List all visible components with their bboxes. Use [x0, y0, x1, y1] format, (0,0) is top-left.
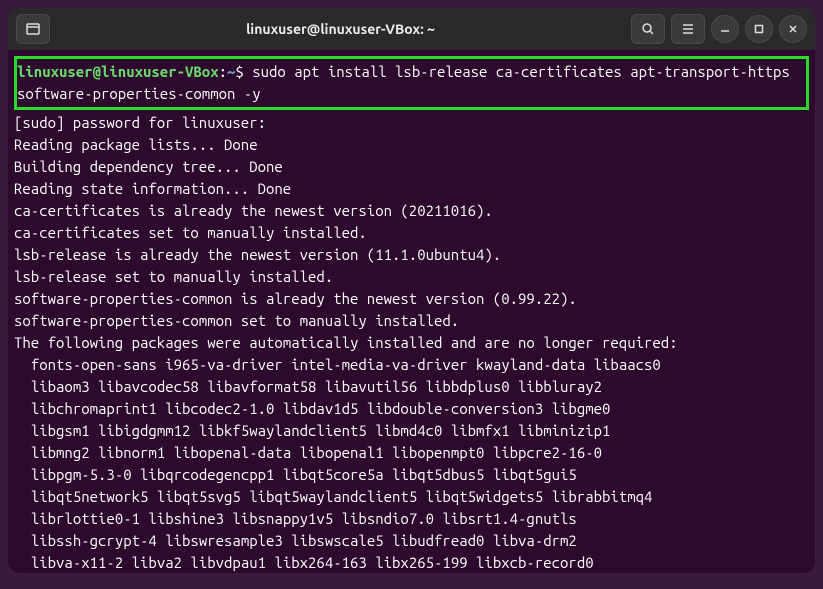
output-line: The following packages were automaticall… — [14, 332, 809, 354]
prompt-symbol: $ — [235, 63, 243, 80]
maximize-icon — [753, 23, 765, 35]
output-line: libva-x11-2 libva2 libvdpau1 libx264-163… — [14, 552, 809, 573]
output-line: libgsm1 libigdgmm12 libkf5waylandclient5… — [14, 420, 809, 442]
terminal-content[interactable]: linuxuser@linuxuser-VBox:~$ sudo apt ins… — [8, 50, 815, 573]
minimize-icon — [719, 23, 731, 35]
output-line: fonts-open-sans i965-va-driver intel-med… — [14, 354, 809, 376]
window-title: linuxuser@linuxuser-VBox: ~ — [56, 21, 625, 37]
close-button[interactable] — [779, 15, 807, 43]
new-tab-button[interactable] — [16, 14, 50, 44]
output-line: libaom3 libavcodec58 libavformat58 libav… — [14, 376, 809, 398]
output-line: software-properties-common set to manual… — [14, 310, 809, 332]
output-line: libmng2 libnorm1 libopenal-data libopena… — [14, 442, 809, 464]
menu-button[interactable] — [671, 14, 705, 44]
search-button[interactable] — [631, 14, 665, 44]
output-line: [sudo] password for linuxuser: — [14, 112, 809, 134]
output-line: Reading state information... Done — [14, 178, 809, 200]
output-line: librlottie0-1 libshine3 libsnappy1v5 lib… — [14, 508, 809, 530]
terminal-window: linuxuser@linuxuser-VBox: ~ linuxuser@li… — [8, 8, 815, 573]
output-line: software-properties-common is already th… — [14, 288, 809, 310]
output-line: libqt5network5 libqt5svg5 libqt5waylandc… — [14, 486, 809, 508]
output-line: lsb-release is already the newest versio… — [14, 244, 809, 266]
output-line: ca-certificates is already the newest ve… — [14, 200, 809, 222]
command-highlight: linuxuser@linuxuser-VBox:~$ sudo apt ins… — [14, 56, 809, 110]
prompt-colon: : — [219, 63, 227, 80]
terminal-output: [sudo] password for linuxuser:Reading pa… — [14, 112, 809, 573]
titlebar: linuxuser@linuxuser-VBox: ~ — [8, 8, 815, 50]
prompt-user-host: linuxuser@linuxuser-VBox — [17, 63, 219, 80]
maximize-button[interactable] — [745, 15, 773, 43]
output-line: lsb-release set to manually installed. — [14, 266, 809, 288]
minimize-button[interactable] — [711, 15, 739, 43]
output-line: ca-certificates set to manually installe… — [14, 222, 809, 244]
output-line: libchromaprint1 libcodec2-1.0 libdav1d5 … — [14, 398, 809, 420]
output-line: Building dependency tree... Done — [14, 156, 809, 178]
close-icon — [787, 23, 799, 35]
output-line: libssh-gcrypt-4 libswresample3 libswscal… — [14, 530, 809, 552]
output-line: Reading package lists... Done — [14, 134, 809, 156]
output-line: libpgm-5.3-0 libqrcodegencpp1 libqt5core… — [14, 464, 809, 486]
search-icon — [640, 21, 656, 37]
hamburger-icon — [680, 21, 696, 37]
tab-icon — [25, 21, 41, 37]
